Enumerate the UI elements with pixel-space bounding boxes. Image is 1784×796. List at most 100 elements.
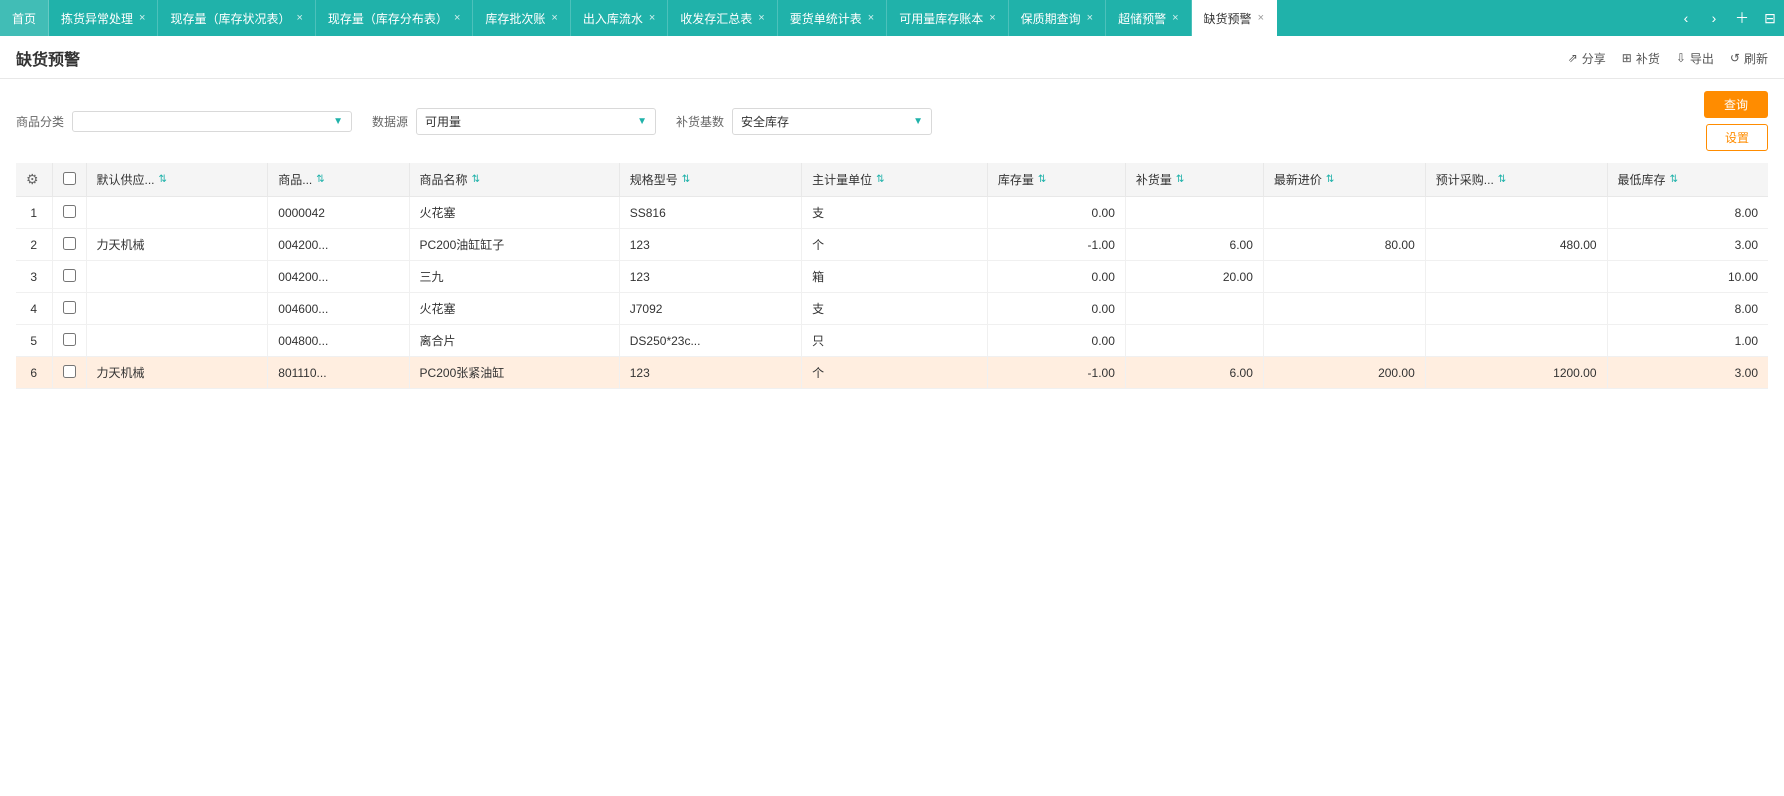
row-code-2: 004200... (268, 261, 409, 293)
tab-close-batch-account[interactable]: × (551, 12, 557, 24)
row-supplier-2 (86, 261, 268, 293)
tab-home[interactable]: 首页 (0, 0, 49, 36)
sort-name[interactable]: 商品名称 ⇅ (420, 171, 609, 188)
tab-bar: 首页 拣货异常处理 × 现存量（库存状况表） × 现存量（库存分布表） × 库存… (0, 0, 1784, 36)
tab-order-stats[interactable]: 要货单统计表 × (778, 0, 887, 36)
th-settings: ⚙ (16, 163, 52, 197)
select-all-checkbox[interactable] (63, 172, 76, 185)
sort-spec[interactable]: 规格型号 ⇅ (630, 171, 791, 188)
sort-latest-price[interactable]: 最新进价 ⇅ (1274, 171, 1415, 188)
tab-close-exception[interactable]: × (139, 12, 145, 24)
row-unit-2: 箱 (802, 261, 988, 293)
row-num-cell-0: 1 (16, 197, 52, 229)
tab-batch-account[interactable]: 库存批次账 × (473, 0, 570, 36)
row-replenish-0 (1125, 197, 1263, 229)
row-code-3: 004600... (268, 293, 409, 325)
tab-close-order-stats[interactable]: × (868, 12, 874, 24)
category-select[interactable]: ▼ (72, 111, 352, 132)
row-num: 4 (30, 302, 37, 316)
datasource-select[interactable]: 可用量 ▼ (416, 108, 656, 135)
row-est-purchase-4 (1425, 325, 1607, 357)
row-est-purchase-1: 480.00 (1425, 229, 1607, 261)
row-checkbox-3[interactable] (63, 301, 76, 314)
settings-gear-icon[interactable]: ⚙ (26, 171, 39, 187)
sort-replenish[interactable]: 补货量 ⇅ (1136, 171, 1253, 188)
refresh-icon: ↺ (1730, 51, 1740, 65)
sort-supplier[interactable]: 默认供应... ⇅ (97, 171, 258, 188)
row-checkbox-2[interactable] (63, 269, 76, 282)
tab-expiry[interactable]: 保质期查询 × (1009, 0, 1106, 36)
row-spec-0: SS816 (619, 197, 801, 229)
tab-inventory-dist[interactable]: 现存量（库存分布表） × (316, 0, 473, 36)
row-replenish-3 (1125, 293, 1263, 325)
tab-available-ledger[interactable]: 可用量库存账本 × (887, 0, 1008, 36)
replenish-btn[interactable]: ⊞ 补货 (1622, 50, 1660, 67)
sort-unit[interactable]: 主计量单位 ⇅ (812, 171, 977, 188)
table-row: 6 力天机械 801110... PC200张紧油缸 123 个 -1.00 6… (16, 357, 1768, 389)
row-num-cell-1: 2 (16, 229, 52, 261)
tab-inout-flow[interactable]: 出入库流水 × (571, 0, 668, 36)
sort-min-stock[interactable]: 最低库存 ⇅ (1618, 171, 1758, 188)
tab-close-shortage[interactable]: × (1258, 12, 1264, 24)
sort-est-purchase[interactable]: 预计采购... ⇅ (1436, 171, 1597, 188)
row-checkbox-4[interactable] (63, 333, 76, 346)
tab-receive-summary[interactable]: 收发存汇总表 × (668, 0, 777, 36)
tab-inventory-status[interactable]: 现存量（库存状况表） × (158, 0, 315, 36)
row-unit-0: 支 (802, 197, 988, 229)
filter-bar: 商品分类 ▼ 数据源 可用量 ▼ 补货基数 安全库存 ▼ 查询 设置 (0, 79, 1784, 163)
tab-prev-btn[interactable]: ‹ (1672, 0, 1700, 36)
table-row: 3 004200... 三九 123 箱 0.00 20.00 10.00 (16, 261, 1768, 293)
refresh-btn[interactable]: ↺ 刷新 (1730, 50, 1768, 67)
row-stock-3: 0.00 (987, 293, 1125, 325)
tab-close-receive-summary[interactable]: × (758, 12, 764, 24)
row-spec-4: DS250*23c... (619, 325, 801, 357)
row-unit-4: 只 (802, 325, 988, 357)
row-supplier-4 (86, 325, 268, 357)
query-button[interactable]: 查询 (1704, 91, 1768, 118)
share-btn[interactable]: ⇗ 分享 (1568, 50, 1606, 67)
row-spec-3: J7092 (619, 293, 801, 325)
sort-latest-price-icon: ⇅ (1326, 174, 1334, 185)
row-min-stock-4: 1.00 (1607, 325, 1768, 357)
row-checkbox-cell-3 (52, 293, 86, 325)
row-code-0: 0000042 (268, 197, 409, 229)
sort-supplier-icon: ⇅ (159, 174, 167, 185)
row-name-5: PC200张紧油缸 (409, 357, 619, 389)
row-code-4: 004800... (268, 325, 409, 357)
tab-overstock[interactable]: 超储预警 × (1106, 0, 1191, 36)
sort-code[interactable]: 商品... ⇅ (278, 171, 398, 188)
row-num: 5 (30, 334, 37, 348)
replenish-icon: ⊞ (1622, 51, 1632, 65)
tab-menu-btn[interactable]: ⊟ (1756, 0, 1784, 36)
settings-button[interactable]: 设置 (1706, 124, 1768, 151)
tab-close-overstock[interactable]: × (1172, 12, 1178, 24)
export-btn[interactable]: ⇩ 导出 (1676, 50, 1714, 67)
row-name-0: 火花塞 (409, 197, 619, 229)
tab-new-btn[interactable]: ＋ (1728, 0, 1756, 36)
row-stock-1: -1.00 (987, 229, 1125, 261)
tab-close-inout-flow[interactable]: × (649, 12, 655, 24)
tab-next-btn[interactable]: › (1700, 0, 1728, 36)
row-supplier-0 (86, 197, 268, 229)
row-latest-price-4 (1263, 325, 1425, 357)
sort-stock[interactable]: 库存量 ⇅ (998, 171, 1115, 188)
row-name-2: 三九 (409, 261, 619, 293)
datasource-label: 数据源 (372, 113, 408, 130)
row-est-purchase-3 (1425, 293, 1607, 325)
row-checkbox-cell-0 (52, 197, 86, 229)
row-name-4: 离合片 (409, 325, 619, 357)
row-checkbox-5[interactable] (63, 365, 76, 378)
tab-close-inventory-status[interactable]: × (296, 12, 302, 24)
tab-exception[interactable]: 拣货异常处理 × (49, 0, 158, 36)
row-stock-4: 0.00 (987, 325, 1125, 357)
row-checkbox-0[interactable] (63, 205, 76, 218)
row-spec-2: 123 (619, 261, 801, 293)
row-min-stock-2: 10.00 (1607, 261, 1768, 293)
tab-shortage[interactable]: 缺货预警 × (1192, 0, 1277, 36)
tab-close-expiry[interactable]: × (1087, 12, 1093, 24)
tab-close-available-ledger[interactable]: × (989, 12, 995, 24)
replenish-base-select[interactable]: 安全库存 ▼ (732, 108, 932, 135)
tab-close-inventory-dist[interactable]: × (454, 12, 460, 24)
row-checkbox-1[interactable] (63, 237, 76, 250)
row-latest-price-0 (1263, 197, 1425, 229)
